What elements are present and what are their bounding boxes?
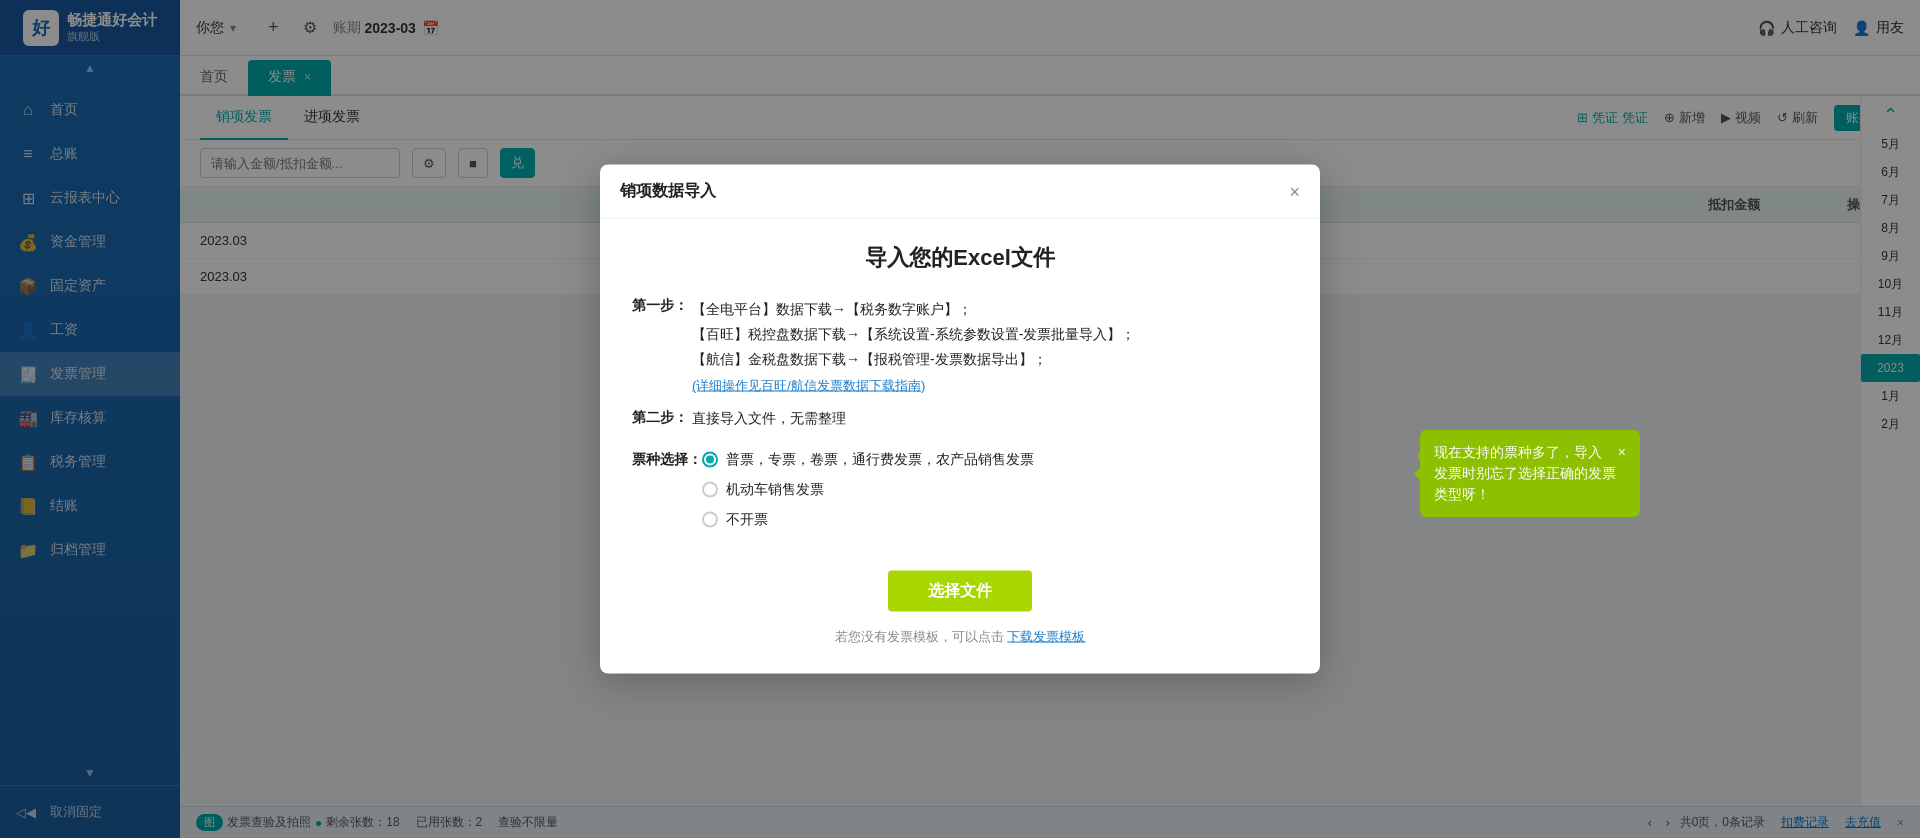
download-template-link[interactable]: 下载发票模板 — [1007, 628, 1085, 643]
step2-row: 第二步： 直接导入文件，无需整理 — [632, 405, 1288, 430]
radio-group: 普票，专票，卷票，通行费发票，农产品销售发票 机动车销售发票 不开票 — [702, 450, 1034, 540]
radio-item-1[interactable]: 机动车销售发票 — [702, 480, 1034, 498]
import-modal: 销项数据导入 × 导入您的Excel文件 第一步： 【全电平台】数据下载→【税务… — [600, 165, 1320, 674]
step2-content: 直接导入文件，无需整理 — [692, 405, 1288, 430]
radio-circle-1 — [702, 481, 718, 497]
step1-guide-link[interactable]: (详细操作见百旺/航信发票数据下载指南) — [692, 377, 925, 392]
ticket-label: 票种选择： — [632, 450, 702, 550]
radio-circle-0 — [702, 451, 718, 467]
step1-row: 第一步： 【全电平台】数据下载→【税务数字账户】； 【百旺】税控盘数据下载→【系… — [632, 297, 1288, 398]
modal-close-button[interactable]: × — [1289, 182, 1300, 200]
modal-main-title: 导入您的Excel文件 — [632, 243, 1288, 273]
modal-body: 导入您的Excel文件 第一步： 【全电平台】数据下载→【税务数字账户】； 【百… — [600, 219, 1320, 674]
radio-item-0[interactable]: 普票，专票，卷票，通行费发票，农产品销售发票 — [702, 450, 1034, 468]
ticket-selection-row: 票种选择： 普票，专票，卷票，通行费发票，农产品销售发票 机动车销售发票 不开票 — [632, 450, 1288, 550]
radio-item-2[interactable]: 不开票 — [702, 510, 1034, 528]
modal-title: 销项数据导入 — [620, 181, 716, 202]
radio-circle-2 — [702, 511, 718, 527]
step2-label: 第二步： — [632, 409, 692, 427]
tooltip-bubble: × 现在支持的票种多了，导入发票时别忘了选择正确的发票类型呀！ — [1420, 430, 1640, 517]
select-file-button[interactable]: 选择文件 — [888, 570, 1032, 611]
step1-content: 【全电平台】数据下载→【税务数字账户】； 【百旺】税控盘数据下载→【系统设置-系… — [692, 297, 1288, 398]
tooltip-text: 现在支持的票种多了，导入发票时别忘了选择正确的发票类型呀！ — [1434, 444, 1616, 502]
modal-header: 销项数据导入 × — [600, 165, 1320, 219]
tooltip-connector-dot — [1418, 451, 1428, 461]
modal-footer: 若您没有发票模板，可以点击 下载发票模板 — [632, 627, 1288, 645]
tooltip-close-button[interactable]: × — [1618, 442, 1626, 463]
step1-label: 第一步： — [632, 297, 692, 398]
